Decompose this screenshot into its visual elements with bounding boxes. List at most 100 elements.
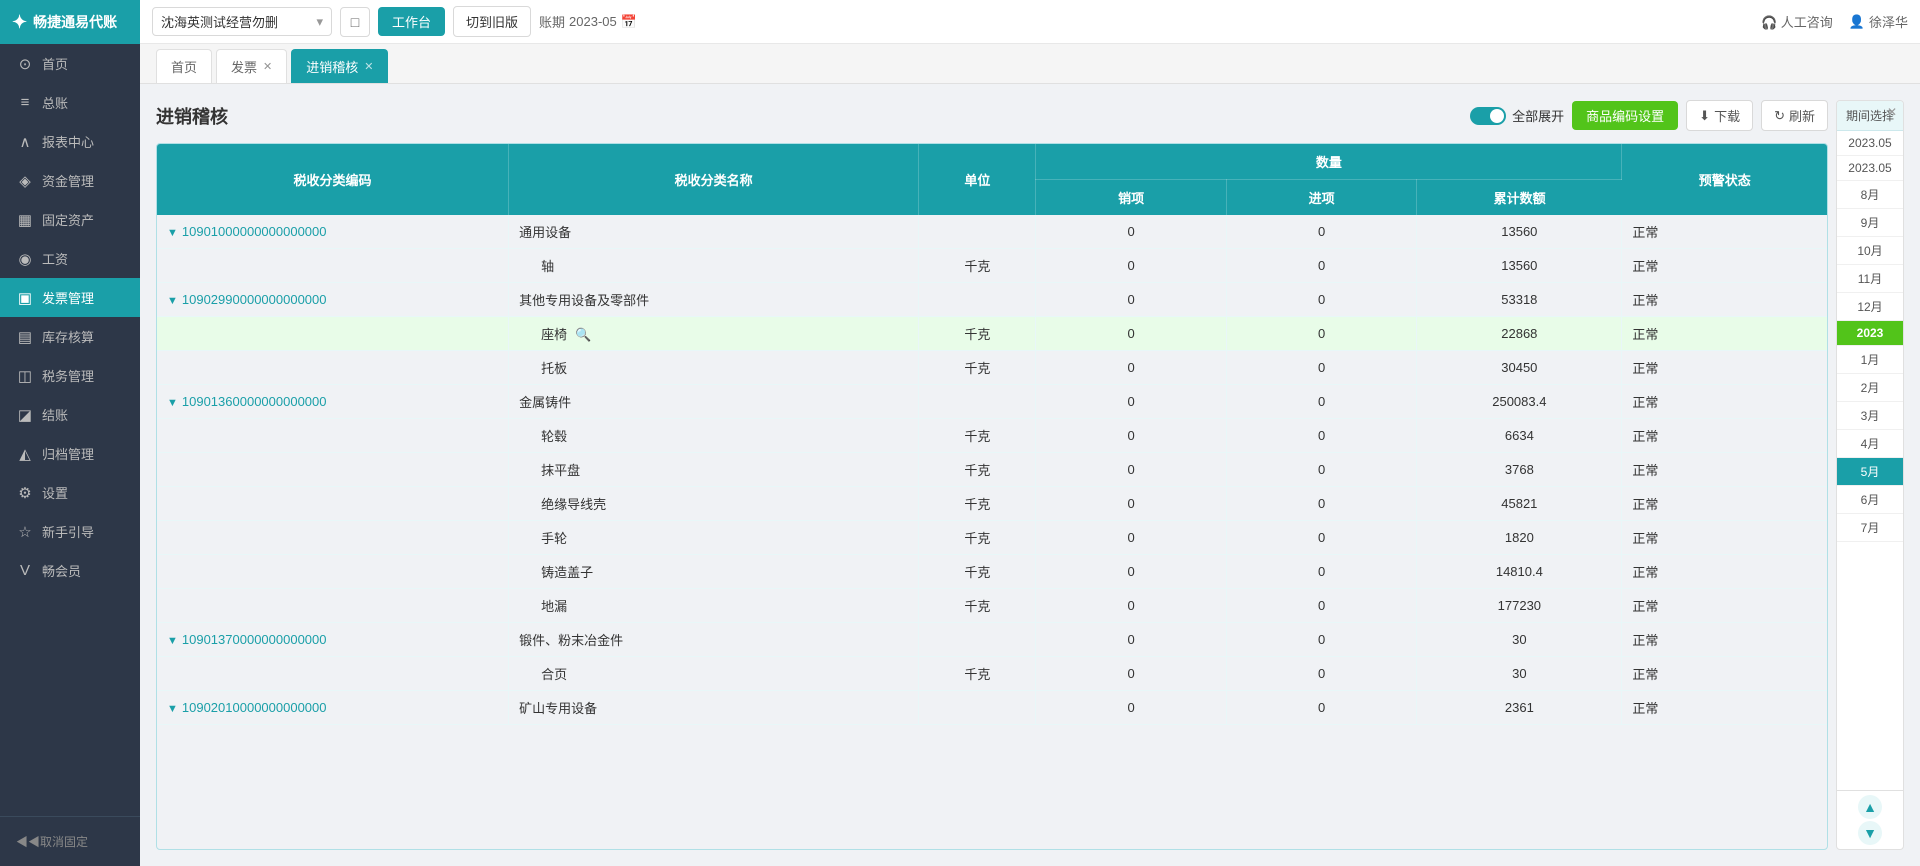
- sidebar-item-member[interactable]: V 畅会员: [0, 551, 140, 590]
- download-button[interactable]: ⬇ 下载: [1686, 100, 1753, 131]
- sidebar-item-label: 工资: [42, 249, 68, 268]
- sidebar-item-invoice[interactable]: ▣ 发票管理: [0, 278, 140, 317]
- period-item[interactable]: 12月: [1837, 293, 1903, 321]
- sidebar-item-ledger[interactable]: ≡ 总账: [0, 83, 140, 122]
- home-icon: ⊙: [16, 55, 34, 73]
- sidebar-item-label: 资金管理: [42, 171, 94, 190]
- period-item[interactable]: 6月: [1837, 486, 1903, 514]
- table-row[interactable]: ▼10901360000000000000金属铸件00250083.4正常: [157, 385, 1827, 419]
- table-row[interactable]: 抹平盘千克003768正常: [157, 453, 1827, 487]
- company-selector[interactable]: 沈海英测试经营勿删 ▾: [152, 7, 332, 36]
- collapse-icon[interactable]: ▼: [167, 397, 178, 409]
- pin-button[interactable]: ◀◀取消固定: [0, 825, 140, 858]
- table-row[interactable]: 绝缘导线壳千克0045821正常: [157, 487, 1827, 521]
- collapse-icon[interactable]: ▼: [167, 703, 178, 715]
- total-value: 30450: [1417, 351, 1622, 385]
- table-row[interactable]: 手轮千克001820正常: [157, 521, 1827, 555]
- sidebar-item-assets[interactable]: ▦ 固定资产: [0, 200, 140, 239]
- period-item[interactable]: 3月: [1837, 402, 1903, 430]
- tab-reconcile[interactable]: 进销稽核 ✕: [291, 49, 388, 83]
- table-row[interactable]: 铸造盖子千克0014810.4正常: [157, 555, 1827, 589]
- period-item[interactable]: 2月: [1837, 374, 1903, 402]
- sidebar-item-funds[interactable]: ◈ 资金管理: [0, 161, 140, 200]
- table-row[interactable]: ▼10902010000000000000矿山专用设备002361正常: [157, 691, 1827, 725]
- sidebar-item-closing[interactable]: ◪ 结账: [0, 395, 140, 434]
- status-badge: 正常: [1622, 555, 1827, 589]
- expand-toggle[interactable]: 全部展开: [1470, 106, 1564, 125]
- table-row[interactable]: 合页千克0030正常: [157, 657, 1827, 691]
- table-row[interactable]: 轴千克0013560正常: [157, 249, 1827, 283]
- app-logo: ✦ 畅捷通易代账: [0, 0, 140, 44]
- purchase-value: 0: [1226, 555, 1416, 589]
- company-name: 沈海英测试经营勿删: [161, 12, 278, 31]
- dropdown-arrow-icon: ▾: [316, 14, 323, 30]
- period-item[interactable]: 7月: [1837, 514, 1903, 542]
- tax-name-value: 合页: [509, 657, 919, 691]
- main-content: 沈海英测试经营勿删 ▾ □ 工作台 切到旧版 账期 2023-05 📅 🎧 人工…: [140, 0, 1920, 866]
- tab-invoice[interactable]: 发票 ✕: [216, 49, 287, 83]
- status-badge: 正常: [1622, 419, 1827, 453]
- tax-name-value: 铸造盖子: [509, 555, 919, 589]
- settings-icon: ⚙: [16, 484, 34, 502]
- sidebar-item-archive[interactable]: ◭ 归档管理: [0, 434, 140, 473]
- sidebar-item-home[interactable]: ⊙ 首页: [0, 44, 140, 83]
- workbench-button[interactable]: 工作台: [378, 7, 445, 36]
- period-item[interactable]: 2023: [1837, 321, 1903, 346]
- table-row[interactable]: ▼10901000000000000000通用设备0013560正常: [157, 215, 1827, 249]
- table-row[interactable]: 座椅🔍千克0022868正常: [157, 317, 1827, 351]
- period-nav-up-button[interactable]: ▲: [1858, 795, 1882, 819]
- refresh-button[interactable]: ↻ 刷新: [1761, 100, 1828, 131]
- collapse-icon[interactable]: ▼: [167, 227, 178, 239]
- table-row[interactable]: 地漏千克00177230正常: [157, 589, 1827, 623]
- search-icon[interactable]: 🔍: [575, 327, 591, 342]
- user-profile[interactable]: 👤 徐泽华: [1849, 12, 1908, 31]
- calendar-icon[interactable]: 📅: [621, 14, 637, 30]
- period-nav-down-button[interactable]: ▼: [1858, 821, 1882, 845]
- period-item[interactable]: 1月: [1837, 346, 1903, 374]
- sidebar-item-inventory[interactable]: ▤ 库存核算: [0, 317, 140, 356]
- tab-invoice-close-icon[interactable]: ✕: [263, 60, 272, 73]
- period-item[interactable]: 8月: [1837, 181, 1903, 209]
- product-code-button[interactable]: 商品编码设置: [1572, 101, 1678, 130]
- period-item[interactable]: 5月: [1837, 458, 1903, 486]
- tab-home[interactable]: 首页: [156, 49, 212, 83]
- purchase-value: 0: [1226, 657, 1416, 691]
- period-item[interactable]: 10月: [1837, 237, 1903, 265]
- unit-value: 千克: [919, 555, 1036, 589]
- switch-version-button[interactable]: 切到旧版: [453, 6, 531, 37]
- table-row[interactable]: 轮毂千克006634正常: [157, 419, 1827, 453]
- table-row[interactable]: ▼10901370000000000000锻件、粉末冶金件0030正常: [157, 623, 1827, 657]
- unit-value: [919, 283, 1036, 317]
- period-item[interactable]: 9月: [1837, 209, 1903, 237]
- period-item[interactable]: 4月: [1837, 430, 1903, 458]
- panel-close-icon[interactable]: ✕: [1883, 103, 1901, 121]
- sidebar-item-reports[interactable]: ∧ 报表中心: [0, 122, 140, 161]
- period-value: 2023-05: [569, 14, 617, 29]
- page-actions: 全部展开 商品编码设置 ⬇ 下载 ↻ 刷新: [1470, 100, 1828, 131]
- th-quantity-group: 数量: [1036, 144, 1622, 180]
- table-row[interactable]: 托板千克0030450正常: [157, 351, 1827, 385]
- collapse-icon[interactable]: ▼: [167, 635, 178, 647]
- period-item[interactable]: 11月: [1837, 265, 1903, 293]
- period-item[interactable]: 2023.05: [1837, 131, 1903, 156]
- collapse-icon[interactable]: ▼: [167, 295, 178, 307]
- th-warning: 预警状态: [1622, 144, 1827, 215]
- save-icon-button[interactable]: □: [340, 7, 370, 37]
- purchase-value: 0: [1226, 249, 1416, 283]
- sidebar-item-settings[interactable]: ⚙ 设置: [0, 473, 140, 512]
- pin-label: ◀◀取消固定: [16, 833, 88, 850]
- tab-reconcile-close-icon[interactable]: ✕: [364, 60, 373, 73]
- purchase-value: 0: [1226, 521, 1416, 555]
- toggle-switch[interactable]: [1470, 107, 1506, 125]
- unit-value: 千克: [919, 249, 1036, 283]
- sidebar-item-tax[interactable]: ◫ 税务管理: [0, 356, 140, 395]
- total-value: 2361: [1417, 691, 1622, 725]
- sidebar-item-payroll[interactable]: ◉ 工资: [0, 239, 140, 278]
- table-row[interactable]: ▼10902990000000000000其他专用设备及零部件0053318正常: [157, 283, 1827, 317]
- support-button[interactable]: 🎧 人工咨询: [1761, 12, 1833, 31]
- period-item[interactable]: 2023.05: [1837, 156, 1903, 181]
- tax-name-value: 矿山专用设备: [509, 691, 919, 725]
- status-badge: 正常: [1622, 283, 1827, 317]
- sidebar-item-guide[interactable]: ☆ 新手引导: [0, 512, 140, 551]
- purchase-value: 0: [1226, 623, 1416, 657]
